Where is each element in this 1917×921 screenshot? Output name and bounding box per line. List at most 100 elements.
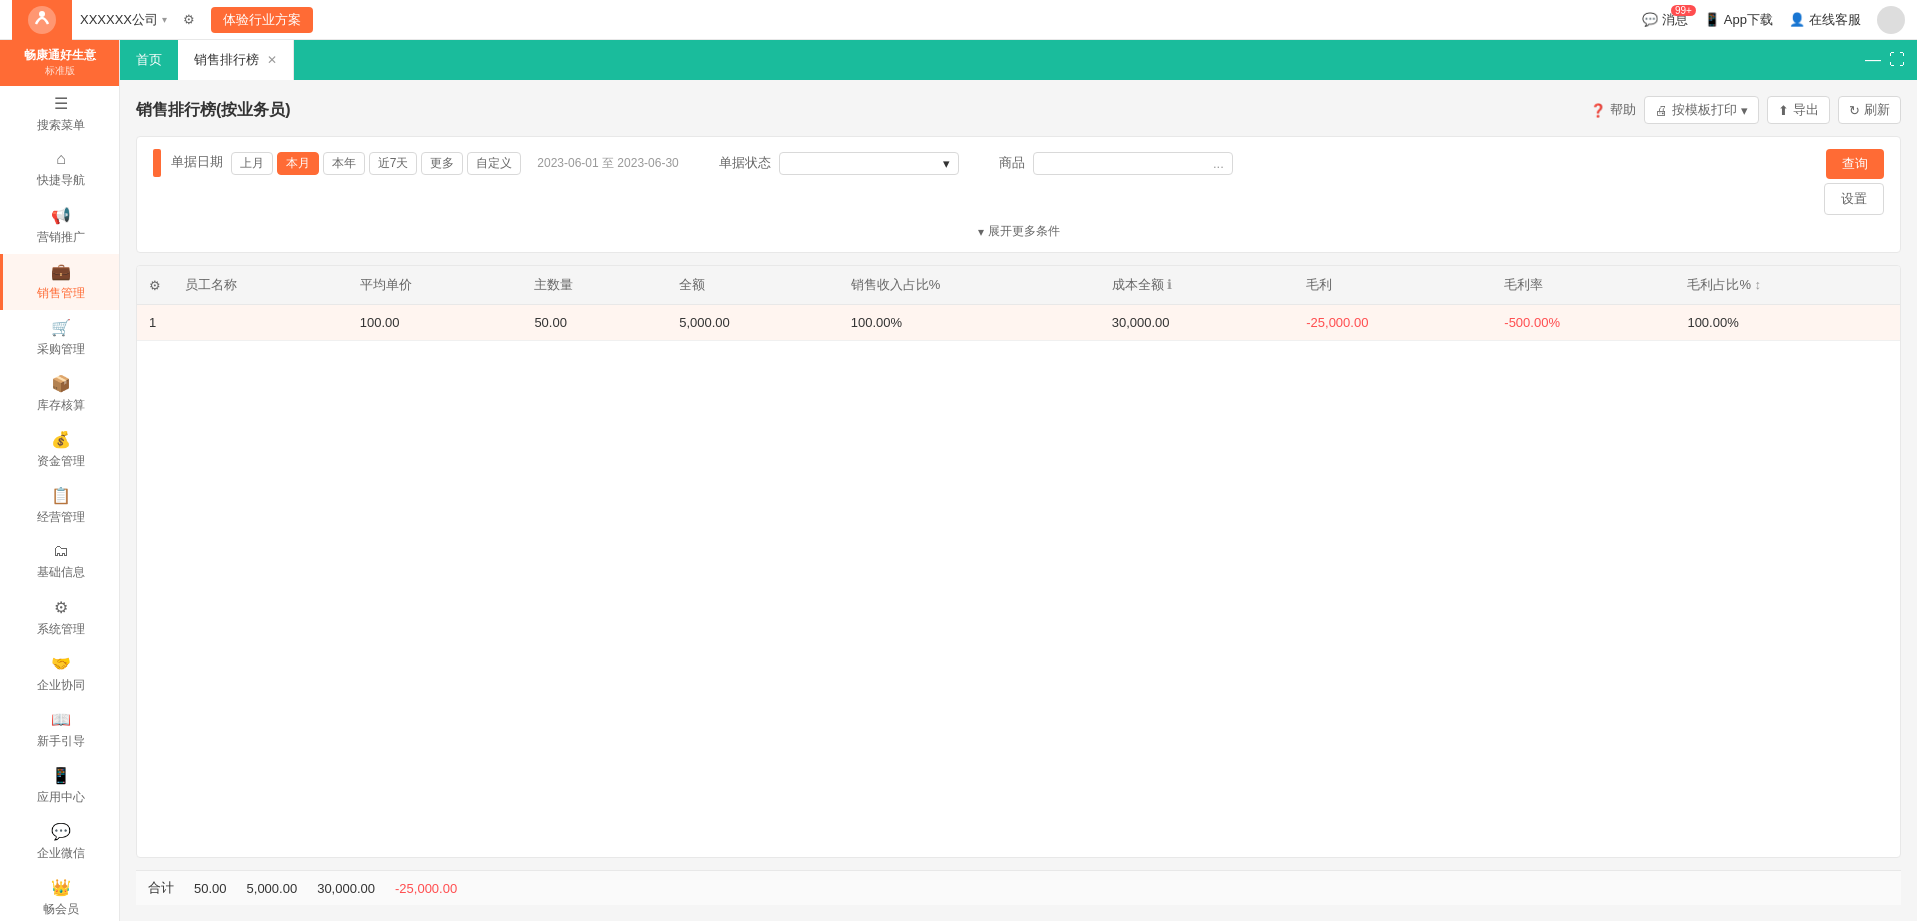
th-settings: ⚙ — [137, 266, 173, 305]
tab-label: 销售排行榜 — [194, 51, 259, 69]
operations-icon: 📋 — [51, 486, 71, 505]
cell-amount: 5,000.00 — [667, 305, 839, 341]
table-footer: 合计 50.00 5,000.00 30,000.00 -25,000.00 — [136, 870, 1901, 905]
th-avg-price: 平均单价 — [348, 266, 523, 305]
sidebar-item-purchase[interactable]: 🛒 采购管理 — [0, 310, 119, 366]
tab-bar: 首页 销售排行榜 ✕ — ⛶ — [120, 40, 1917, 80]
service-icon: 👤 — [1789, 12, 1805, 27]
footer-label: 合计 — [148, 879, 174, 897]
footer-gross: -25,000.00 — [395, 881, 457, 896]
tab-minimize-icon[interactable]: — — [1865, 51, 1881, 69]
search-order-icon: ☰ — [54, 94, 68, 113]
sidebar-item-finance[interactable]: 💰 资金管理 — [0, 422, 119, 478]
sidebar-label-inventory: 库存核算 — [37, 397, 85, 414]
ellipsis-icon[interactable]: ... — [1213, 156, 1224, 171]
settings-button[interactable]: 设置 — [1824, 183, 1884, 215]
online-service-button[interactable]: 👤 在线客服 — [1789, 11, 1861, 29]
status-label: 单据状态 — [719, 154, 771, 172]
settings-icon[interactable]: ⚙ — [175, 6, 203, 34]
date-btn-last-month[interactable]: 上月 — [231, 152, 273, 175]
cell-quantity: 50.00 — [522, 305, 667, 341]
avatar[interactable] — [1877, 6, 1905, 34]
sidebar-item-app-center[interactable]: 📱 应用中心 — [0, 758, 119, 814]
sidebar-logo: 畅康通好生意 标准版 — [0, 40, 119, 86]
date-btn-more[interactable]: 更多 — [421, 152, 463, 175]
column-settings-icon[interactable]: ⚙ — [149, 278, 161, 293]
th-cost: 成本全额 ℹ — [1100, 266, 1295, 305]
help-button[interactable]: ❓ 帮助 — [1590, 101, 1636, 119]
page-actions: ❓ 帮助 🖨 按模板打印 ▾ ⬆ 导出 ↻ 刷新 — [1590, 96, 1901, 124]
date-btn-7days[interactable]: 近7天 — [369, 152, 418, 175]
date-label: 单据日期 — [153, 149, 223, 177]
date-btn-this-month[interactable]: 本月 — [277, 152, 319, 175]
tab-close-icon[interactable]: ✕ — [267, 53, 277, 67]
sales-icon: 💼 — [51, 262, 71, 281]
sidebar-label-marketing: 营销推广 — [37, 229, 85, 246]
sidebar-item-member[interactable]: 👑 畅会员 — [0, 870, 119, 921]
sidebar-label-operations: 经营管理 — [37, 509, 85, 526]
sidebar-label-quick: 快捷导航 — [37, 172, 85, 189]
export-button[interactable]: ⬆ 导出 — [1767, 96, 1830, 124]
app-center-icon: 📱 — [51, 766, 71, 785]
query-button[interactable]: 查询 — [1826, 149, 1884, 179]
app-download-button[interactable]: 📱 App下载 — [1704, 11, 1773, 29]
company-selector[interactable]: XXXXXX公司 ▾ — [80, 11, 167, 29]
date-filter-group: 单据日期 上月 本月 本年 近7天 更多 自定义 2023-06-01 至 20… — [153, 149, 679, 177]
sidebar-item-guide[interactable]: 📖 新手引导 — [0, 702, 119, 758]
cell-rank: 1 — [137, 305, 173, 341]
cell-gross-rate: -500.00% — [1492, 305, 1675, 341]
top-bar: XXXXXX公司 ▾ ⚙ 体验行业方案 💬 消息 99+ 📱 App下载 👤 在… — [0, 0, 1917, 40]
sidebar-label-search: 搜索菜单 — [37, 117, 85, 134]
trial-button[interactable]: 体验行业方案 — [211, 7, 313, 33]
enterprise-icon: 🤝 — [51, 654, 71, 673]
message-icon: 💬 — [1642, 12, 1658, 27]
app-icon: 📱 — [1704, 12, 1720, 27]
table-header-row: ⚙ 员工名称 平均单价 主数量 全额 销售收入占比% 成本全额 ℹ 毛利 毛利率 — [137, 266, 1900, 305]
sidebar-item-quick-nav[interactable]: ⌂ 快捷导航 — [0, 142, 119, 198]
expand-icon: ▾ — [978, 225, 984, 239]
sidebar-item-system[interactable]: ⚙ 系统管理 — [0, 590, 119, 646]
sidebar-item-basic-info[interactable]: 🗂 基础信息 — [0, 534, 119, 590]
th-sales-pct: 销售收入占比% — [839, 266, 1100, 305]
purchase-icon: 🛒 — [51, 318, 71, 337]
date-btn-custom[interactable]: 自定义 — [467, 152, 521, 175]
sidebar-label-app: 应用中心 — [37, 789, 85, 806]
logo-area — [12, 0, 72, 40]
expand-more-button[interactable]: ▾ 展开更多条件 — [978, 223, 1060, 240]
sidebar-label-purchase: 采购管理 — [37, 341, 85, 358]
tab-bar-right: — ⛶ — [1865, 51, 1917, 69]
tab-maximize-icon[interactable]: ⛶ — [1889, 51, 1905, 69]
status-select[interactable]: ▾ — [779, 152, 959, 175]
refresh-button[interactable]: ↻ 刷新 — [1838, 96, 1901, 124]
sidebar-item-sales[interactable]: 💼 销售管理 — [0, 254, 119, 310]
sidebar-item-marketing[interactable]: 📢 营销推广 — [0, 198, 119, 254]
sidebar-item-operations[interactable]: 📋 经营管理 — [0, 478, 119, 534]
status-filter-group: 单据状态 ▾ — [719, 152, 959, 175]
footer-cost: 30,000.00 — [317, 881, 375, 896]
table-container: ⚙ 员工名称 平均单价 主数量 全额 销售收入占比% 成本全额 ℹ 毛利 毛利率 — [136, 265, 1901, 858]
sidebar-item-inventory[interactable]: 📦 库存核算 — [0, 366, 119, 422]
help-label: 帮助 — [1610, 101, 1636, 119]
date-btn-this-year[interactable]: 本年 — [323, 152, 365, 175]
member-icon: 👑 — [51, 878, 71, 897]
cell-avg-price: 100.00 — [348, 305, 523, 341]
cell-cost: 30,000.00 — [1100, 305, 1295, 341]
tab-sales-ranking[interactable]: 销售排行榜 ✕ — [178, 40, 294, 80]
goods-input[interactable]: ... — [1033, 152, 1233, 175]
date-indicator — [153, 149, 161, 177]
finance-icon: 💰 — [51, 430, 71, 449]
sidebar-item-wechat[interactable]: 💬 企业微信 — [0, 814, 119, 870]
print-button[interactable]: 🖨 按模板打印 ▾ — [1644, 96, 1759, 124]
sidebar-label-sales: 销售管理 — [37, 285, 85, 302]
app-label: App下载 — [1724, 11, 1773, 29]
svg-point-1 — [39, 11, 45, 17]
page-header: 销售排行榜(按业务员) ❓ 帮助 🖨 按模板打印 ▾ ⬆ 导出 — [136, 96, 1901, 124]
sidebar-item-enterprise[interactable]: 🤝 企业协同 — [0, 646, 119, 702]
service-label: 在线客服 — [1809, 11, 1861, 29]
message-button[interactable]: 💬 消息 99+ — [1642, 11, 1688, 29]
refresh-label: 刷新 — [1864, 101, 1890, 119]
cell-employee — [173, 305, 348, 341]
tab-home[interactable]: 首页 — [120, 40, 178, 80]
sidebar-item-search-order[interactable]: ☰ 搜索菜单 — [0, 86, 119, 142]
sidebar-logo-text: 畅康通好生意 — [24, 48, 96, 64]
